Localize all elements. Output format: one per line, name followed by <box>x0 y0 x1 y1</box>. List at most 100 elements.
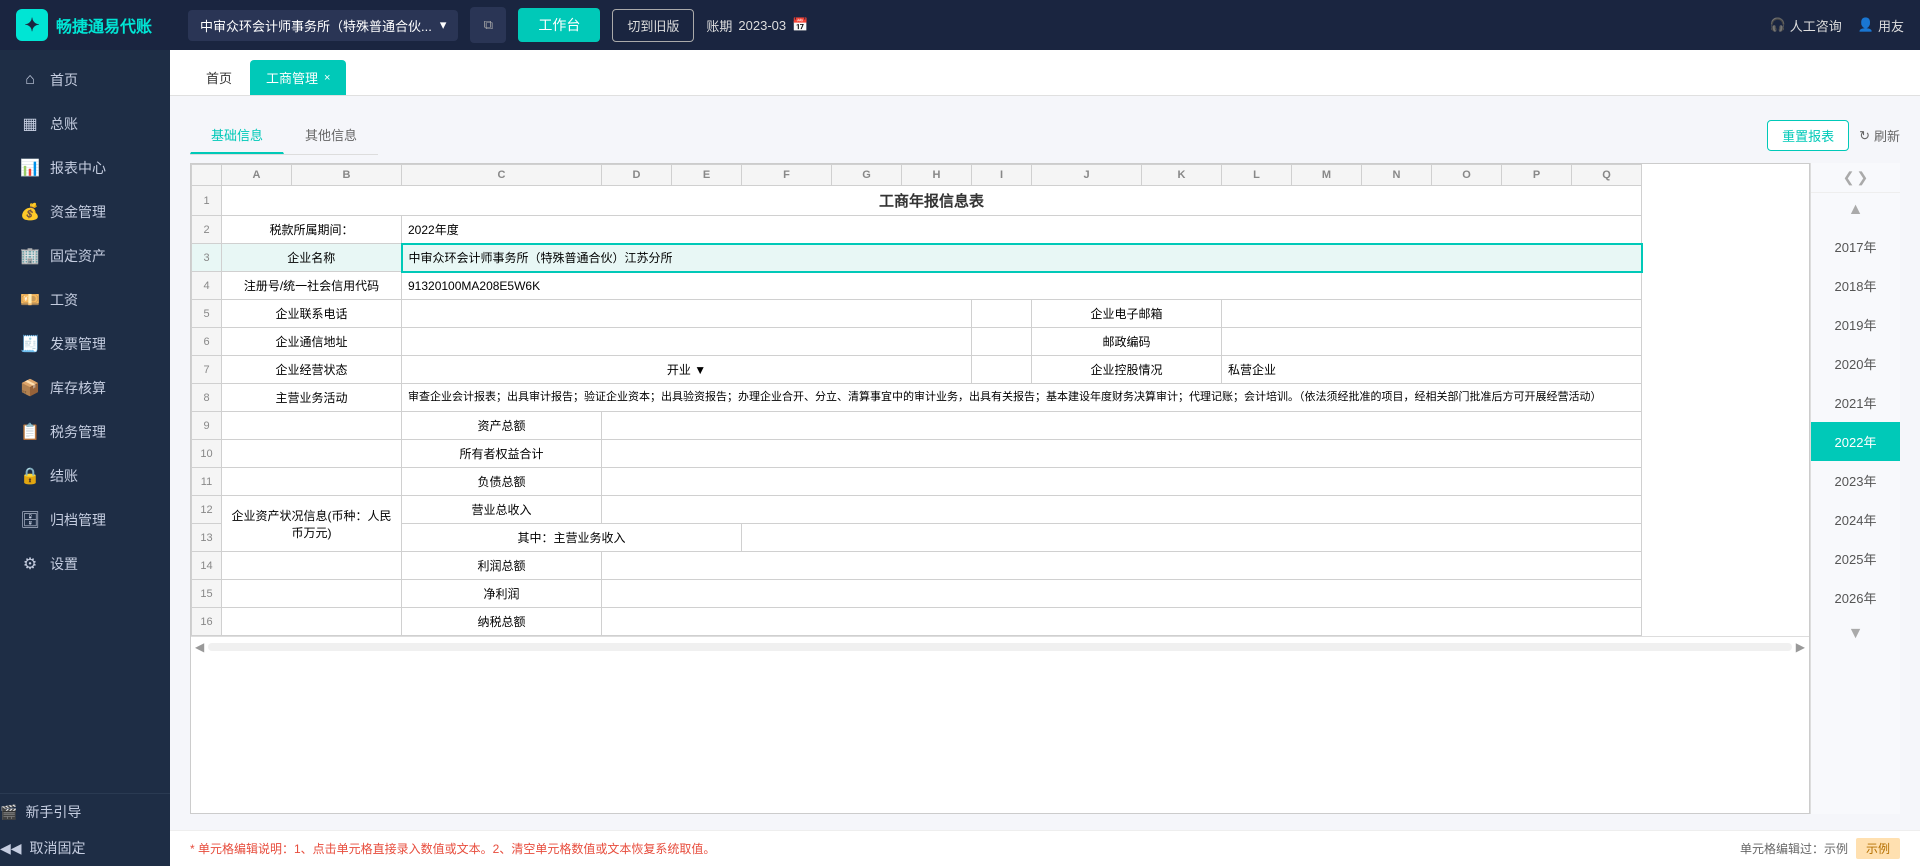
col-header-l[interactable]: L <box>1222 165 1292 186</box>
sidebar-item-invoice[interactable]: 🧾 发票管理 <box>0 322 170 366</box>
col-header-k[interactable]: K <box>1142 165 1222 186</box>
email-value-cell[interactable] <box>1222 300 1642 328</box>
tab-close-button[interactable]: × <box>324 72 330 84</box>
year-2024[interactable]: 2024年 <box>1811 500 1900 539</box>
net-profit-value[interactable] <box>602 580 1642 608</box>
sheet-title-cell[interactable]: 工商年报信息表 <box>222 186 1642 216</box>
calendar-icon[interactable]: 📅 <box>792 17 808 33</box>
reg-label-cell: 注册号/统一社会信用代码 <box>222 272 402 300</box>
year-2026[interactable]: 2026年 <box>1811 578 1900 617</box>
table-row: 10 所有者权益合计 <box>192 440 1642 468</box>
col-header-b[interactable]: B <box>292 165 402 186</box>
year-2021[interactable]: 2021年 <box>1811 383 1900 422</box>
table-row: 4 注册号/统一社会信用代码 91320100MA208E5W6K <box>192 272 1642 300</box>
year-up-button[interactable]: ▲ <box>1844 197 1868 223</box>
support-button[interactable]: 🎧 人工咨询 <box>1770 16 1842 35</box>
col-header-i[interactable]: I <box>972 165 1032 186</box>
new-guide-item[interactable]: 🎬 新手引导 <box>0 793 170 830</box>
row-num-16: 16 <box>192 608 222 636</box>
col-header-e[interactable]: E <box>672 165 742 186</box>
assets-icon: 🏢 <box>20 246 40 266</box>
spreadsheet-container[interactable]: A B C D E F G H I J K L <box>190 163 1810 814</box>
panel-expand-right[interactable]: ❯ <box>1857 169 1869 186</box>
sub-tab-other[interactable]: 其他信息 <box>284 116 378 154</box>
sidebar-item-settings[interactable]: ⚙ 设置 <box>0 542 170 586</box>
total-tax-value[interactable] <box>602 608 1642 636</box>
panel-controls: ❮ ❯ <box>1811 163 1900 193</box>
company-selector[interactable]: 中审众环会计师事务所（特殊普通合伙... ▾ <box>188 10 458 41</box>
copy-button[interactable]: ⧉ <box>470 7 506 43</box>
col-header-o[interactable]: O <box>1432 165 1502 186</box>
main-revenue-value[interactable] <box>742 524 1642 552</box>
col-header-m[interactable]: M <box>1292 165 1362 186</box>
year-down-button[interactable]: ▼ <box>1844 621 1868 647</box>
row-num-13: 13 <box>192 524 222 552</box>
address-label-cell: 企业通信地址 <box>222 328 402 356</box>
biz-activity-value-cell[interactable]: 审查企业会计报表；出具审计报告；验证企业资本；出具验资报告；办理企业合开、分立、… <box>402 384 1642 412</box>
liabilities-value[interactable] <box>602 468 1642 496</box>
year-2019[interactable]: 2019年 <box>1811 305 1900 344</box>
col-header-n[interactable]: N <box>1362 165 1432 186</box>
biz-status-value-cell[interactable]: 开业 ▼ <box>402 356 972 384</box>
tab-home[interactable]: 首页 <box>190 60 248 95</box>
sidebar-item-label: 结账 <box>50 466 78 486</box>
reg-value-cell[interactable]: 91320100MA208E5W6K <box>402 272 1642 300</box>
total-profit-value[interactable] <box>602 552 1642 580</box>
sidebar-item-assets[interactable]: 🏢 固定资产 <box>0 234 170 278</box>
col-header-a[interactable]: A <box>222 165 292 186</box>
row-num-11: 11 <box>192 468 222 496</box>
year-2022[interactable]: 2022年 <box>1811 422 1900 461</box>
user-menu[interactable]: 👤 用友 <box>1858 16 1904 35</box>
tab-bizmanagement[interactable]: 工商管理 × <box>250 60 346 95</box>
refresh-button[interactable]: ↻ 刷新 <box>1859 126 1900 145</box>
equity-value[interactable] <box>602 440 1642 468</box>
workspace-button[interactable]: 工作台 <box>518 8 600 42</box>
col-header-f[interactable]: F <box>742 165 832 186</box>
horizontal-scrollbar[interactable] <box>208 643 1792 651</box>
sidebar-item-funds[interactable]: 💰 资金管理 <box>0 190 170 234</box>
address-value-cell[interactable] <box>402 328 972 356</box>
sidebar-item-reports[interactable]: 📊 报表中心 <box>0 146 170 190</box>
reset-report-button[interactable]: 重置报表 <box>1767 120 1849 151</box>
year-2025[interactable]: 2025年 <box>1811 539 1900 578</box>
col-header-j[interactable]: J <box>1032 165 1142 186</box>
sidebar-item-inventory[interactable]: 📦 库存核算 <box>0 366 170 410</box>
total-revenue-value[interactable] <box>602 496 1642 524</box>
period-value-cell[interactable]: 2022年度 <box>402 216 1642 244</box>
sidebar-item-label: 总账 <box>50 114 78 134</box>
col-header-p[interactable]: P <box>1502 165 1572 186</box>
sidebar-item-close[interactable]: 🔒 结账 <box>0 454 170 498</box>
total-assets-value[interactable] <box>602 412 1642 440</box>
pin-item[interactable]: ◀◀ 取消固定 <box>0 830 170 866</box>
main-layout: ⌂ 首页 ▦ 总账 📊 报表中心 💰 资金管理 🏢 固定资产 💴 工资 🧾 发票… <box>0 50 1920 866</box>
col-header-q[interactable]: Q <box>1572 165 1642 186</box>
scroll-right-button[interactable]: ▶ <box>1796 640 1805 654</box>
year-2017[interactable]: 2017年 <box>1811 227 1900 266</box>
year-2023[interactable]: 2023年 <box>1811 461 1900 500</box>
year-2020[interactable]: 2020年 <box>1811 344 1900 383</box>
panel-collapse-left[interactable]: ❮ <box>1843 169 1855 186</box>
sidebar-item-ledger[interactable]: ▦ 总账 <box>0 102 170 146</box>
sidebar-item-payroll[interactable]: 💴 工资 <box>0 278 170 322</box>
sidebar-item-archive[interactable]: 🗄 归档管理 <box>0 498 170 542</box>
col-header-g[interactable]: G <box>832 165 902 186</box>
total-profit-label: 利润总额 <box>402 552 602 580</box>
col-header-d[interactable]: D <box>602 165 672 186</box>
row-num-5: 5 <box>192 300 222 328</box>
company-value-cell[interactable]: 中审众环会计师事务所（特殊普通合伙）江苏分所 <box>402 244 1642 272</box>
table-row: 11 负债总额 <box>192 468 1642 496</box>
col-header-c[interactable]: C <box>402 165 602 186</box>
inventory-icon: 📦 <box>20 378 40 398</box>
sidebar-item-home[interactable]: ⌂ 首页 <box>0 58 170 102</box>
col-header-h[interactable]: H <box>902 165 972 186</box>
postcode-value-cell[interactable] <box>1222 328 1642 356</box>
holding-value-cell[interactable]: 私营企业 <box>1222 356 1642 384</box>
phone-value-cell[interactable] <box>402 300 972 328</box>
year-2018[interactable]: 2018年 <box>1811 266 1900 305</box>
sidebar-item-tax[interactable]: 📋 税务管理 <box>0 410 170 454</box>
archive-icon: 🗄 <box>20 510 40 530</box>
sidebar-item-label: 库存核算 <box>50 378 106 398</box>
scroll-left-button[interactable]: ◀ <box>195 640 204 654</box>
sub-tab-basic[interactable]: 基础信息 <box>190 116 284 154</box>
switch-version-button[interactable]: 切到旧版 <box>612 9 694 42</box>
